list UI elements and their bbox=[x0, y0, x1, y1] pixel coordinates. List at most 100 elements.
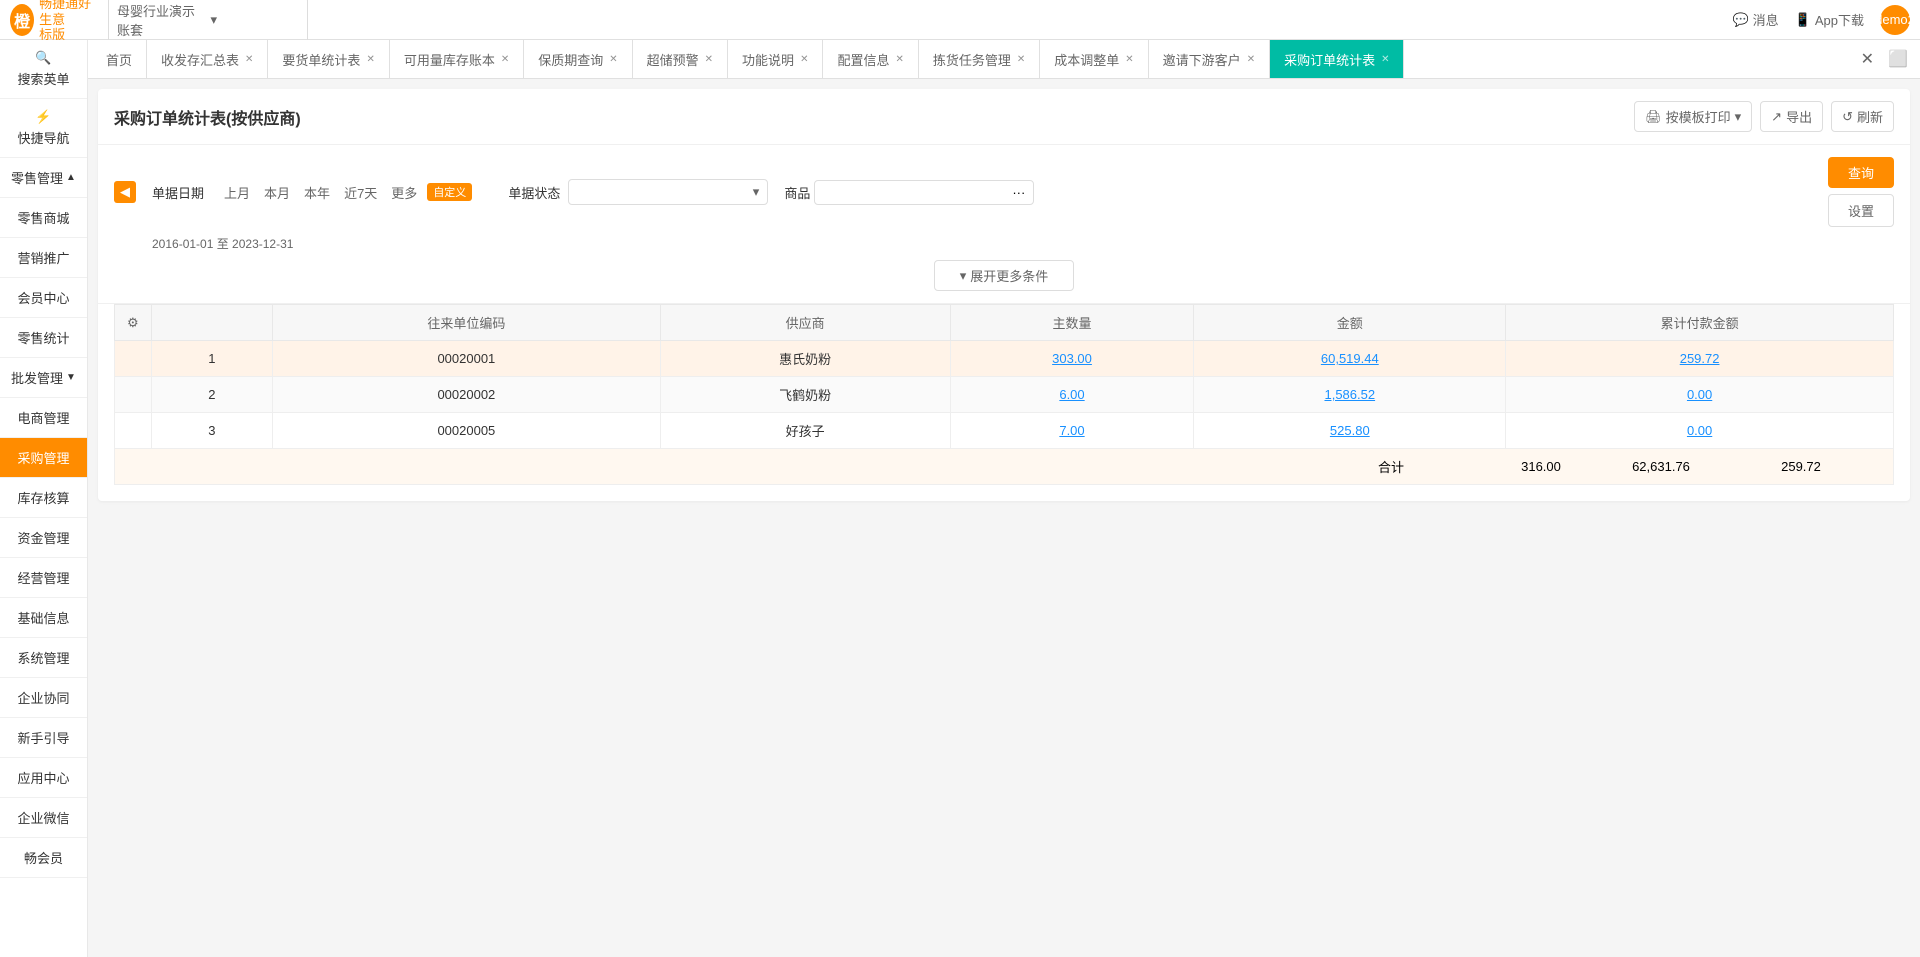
close-tab-btn[interactable]: ✕ bbox=[1857, 47, 1878, 71]
tab-function-desc[interactable]: 功能说明 ✕ bbox=[728, 40, 823, 78]
sidebar-item-wholesale[interactable]: 批发管理 ▼ bbox=[0, 358, 87, 398]
sidebar-item-search[interactable]: 🔍 搜索英单 bbox=[0, 40, 87, 99]
main-qty-cell[interactable]: 303.00 bbox=[950, 341, 1194, 377]
col-main-qty: 主数量 bbox=[950, 305, 1194, 341]
more-filters-btn[interactable]: ▾ 展开更多条件 bbox=[934, 260, 1074, 291]
close-icon[interactable]: ✕ bbox=[705, 54, 713, 65]
tab-home[interactable]: 首页 bbox=[92, 40, 147, 78]
supplier-cell: 惠氏奶粉 bbox=[660, 341, 950, 377]
chevron-down-icon: ▾ bbox=[960, 268, 967, 284]
close-icon[interactable]: ✕ bbox=[895, 54, 903, 65]
logo-icon: 橙 bbox=[10, 4, 34, 36]
sidebar-item-purchase[interactable]: 采购管理 bbox=[0, 438, 87, 478]
goods-value bbox=[823, 185, 827, 200]
row-num-cell: 2 bbox=[151, 377, 272, 413]
amount-cell[interactable]: 525.80 bbox=[1194, 413, 1506, 449]
filter-row-date-range: 2016-01-01 至 2023-12-31 bbox=[114, 235, 1894, 252]
print-button[interactable]: 🖨 按模板打印 ▾ bbox=[1634, 101, 1752, 132]
paid-cell[interactable]: 259.72 bbox=[1506, 341, 1894, 377]
tab-requisition-stats[interactable]: 要货单统计表 ✕ bbox=[268, 40, 389, 78]
more-dates-btn[interactable]: 更多 bbox=[387, 181, 421, 204]
top-right-area: 💬 消息 📱 App下载 demo2 bbox=[1732, 5, 1910, 35]
sidebar: 🔍 搜索英单 ⚡ 快捷导航 零售管理 ▲ 零售商城 营销推广 会员中心 零售统计… bbox=[0, 40, 88, 957]
paid-cell[interactable]: 0.00 bbox=[1506, 413, 1894, 449]
close-icon[interactable]: ✕ bbox=[501, 54, 509, 65]
sidebar-item-newbie[interactable]: 新手引导 bbox=[0, 718, 87, 758]
tab-cost-adjust[interactable]: 成本调整单 ✕ bbox=[1040, 40, 1148, 78]
sidebar-item-system[interactable]: 系统管理 bbox=[0, 638, 87, 678]
status-select[interactable]: ▾ bbox=[568, 179, 768, 205]
col-unit-code: 往来单位编码 bbox=[272, 305, 660, 341]
page-title: 采购订单统计表(按供应商) bbox=[114, 105, 301, 129]
main-layout: 🔍 搜索英单 ⚡ 快捷导航 零售管理 ▲ 零售商城 营销推广 会员中心 零售统计… bbox=[0, 40, 1920, 957]
sidebar-item-member[interactable]: 会员中心 bbox=[0, 278, 87, 318]
close-icon[interactable]: ✕ bbox=[800, 54, 808, 65]
tab-overstock-warning[interactable]: 超储预警 ✕ bbox=[633, 40, 728, 78]
close-icon[interactable]: ✕ bbox=[1125, 54, 1133, 65]
custom-date-badge[interactable]: 自定义 bbox=[427, 183, 472, 201]
goods-input[interactable]: ··· bbox=[814, 180, 1034, 205]
messages-btn[interactable]: 💬 消息 bbox=[1732, 10, 1778, 29]
close-icon[interactable]: ✕ bbox=[1247, 54, 1255, 65]
tab-invite-downstream[interactable]: 邀请下游客户 ✕ bbox=[1149, 40, 1270, 78]
tab-right-buttons: ✕ ⬜ bbox=[1849, 47, 1920, 71]
tab-shelf-life[interactable]: 保质期查询 ✕ bbox=[524, 40, 632, 78]
filter-toggle-btn[interactable]: ◀ bbox=[114, 181, 136, 203]
amount-cell[interactable]: 1,586.52 bbox=[1194, 377, 1506, 413]
chevron-down-icon: ▾ bbox=[211, 12, 300, 28]
export-button[interactable]: ↗ 导出 bbox=[1760, 101, 1823, 132]
appdownload-btn[interactable]: 📱 App下载 bbox=[1795, 10, 1864, 29]
sidebar-item-finance[interactable]: 资金管理 bbox=[0, 518, 87, 558]
sidebar-item-marketing[interactable]: 营销推广 bbox=[0, 238, 87, 278]
ellipsis-icon: ··· bbox=[1012, 185, 1025, 200]
main-qty-cell[interactable]: 7.00 bbox=[950, 413, 1194, 449]
sidebar-item-retail-stats[interactable]: 零售统计 bbox=[0, 318, 87, 358]
tab-available-inventory[interactable]: 可用量库存账本 ✕ bbox=[390, 40, 524, 78]
tab-config-info[interactable]: 配置信息 ✕ bbox=[823, 40, 918, 78]
refresh-button[interactable]: ↺ 刷新 bbox=[1831, 101, 1894, 132]
avatar[interactable]: demo2 bbox=[1880, 5, 1910, 35]
close-icon[interactable]: ✕ bbox=[609, 54, 617, 65]
this-year-btn[interactable]: 本年 bbox=[300, 181, 334, 204]
sidebar-item-retail[interactable]: 零售管理 ▲ bbox=[0, 158, 87, 198]
page-content: 采购订单统计表(按供应商) 🖨 按模板打印 ▾ ↗ 导出 ↺ bbox=[88, 79, 1920, 957]
tab-purchase-order-stats[interactable]: 采购订单统计表 ✕ bbox=[1270, 40, 1404, 78]
data-table: ⚙ 往来单位编码 供应商 主数量 金额 累计付款金额 bbox=[114, 304, 1894, 449]
main-qty-cell[interactable]: 6.00 bbox=[950, 377, 1194, 413]
close-icon[interactable]: ✕ bbox=[366, 54, 374, 65]
settings-button[interactable]: 设置 bbox=[1828, 194, 1894, 227]
sidebar-item-basic[interactable]: 基础信息 bbox=[0, 598, 87, 638]
tab-receive-send[interactable]: 收发存汇总表 ✕ bbox=[147, 40, 268, 78]
col-settings[interactable]: ⚙ bbox=[115, 305, 152, 341]
table-row[interactable]: 2 00020002 飞鹤奶粉 6.00 1,586.52 0.00 bbox=[115, 377, 1894, 413]
paid-cell[interactable]: 0.00 bbox=[1506, 377, 1894, 413]
col-settings-cell bbox=[115, 377, 152, 413]
page-header: 采购订单统计表(按供应商) 🖨 按模板打印 ▾ ↗ 导出 ↺ bbox=[98, 89, 1910, 145]
this-month-btn[interactable]: 本月 bbox=[260, 181, 294, 204]
status-label: 单据状态 bbox=[508, 183, 560, 202]
table-row[interactable]: 1 00020001 惠氏奶粉 303.00 60,519.44 259.72 bbox=[115, 341, 1894, 377]
sidebar-item-retail-shop[interactable]: 零售商城 bbox=[0, 198, 87, 238]
sidebar-item-ecommerce[interactable]: 电商管理 bbox=[0, 398, 87, 438]
amount-cell[interactable]: 60,519.44 bbox=[1194, 341, 1506, 377]
last-7days-btn[interactable]: 近7天 bbox=[340, 181, 381, 204]
sidebar-item-appcenter[interactable]: 应用中心 bbox=[0, 758, 87, 798]
sidebar-item-operations[interactable]: 经营管理 bbox=[0, 558, 87, 598]
table-row[interactable]: 3 00020005 好孩子 7.00 525.80 0.00 bbox=[115, 413, 1894, 449]
query-button[interactable]: 查询 bbox=[1828, 157, 1894, 188]
sidebar-item-vip[interactable]: 畅会员 bbox=[0, 838, 87, 878]
sidebar-item-quicknav[interactable]: ⚡ 快捷导航 bbox=[0, 99, 87, 158]
sidebar-item-inventory[interactable]: 库存核算 bbox=[0, 478, 87, 518]
close-icon[interactable]: ✕ bbox=[245, 54, 253, 65]
maximize-btn[interactable]: ⬜ bbox=[1884, 47, 1912, 71]
sidebar-item-wechat[interactable]: 企业微信 bbox=[0, 798, 87, 838]
table-footer: 合计 316.00 62,631.76 259.72 bbox=[114, 449, 1894, 485]
content-area: 首页 收发存汇总表 ✕ 要货单统计表 ✕ 可用量库存账本 ✕ 保质期查询 ✕ 超… bbox=[88, 40, 1920, 957]
last-month-btn[interactable]: 上月 bbox=[220, 181, 254, 204]
close-icon[interactable]: ✕ bbox=[1017, 54, 1025, 65]
tab-pickup-task[interactable]: 拣货任务管理 ✕ bbox=[919, 40, 1040, 78]
workspace-selector[interactable]: 母婴行业演示账套 ▾ bbox=[108, 0, 308, 43]
close-icon[interactable]: ✕ bbox=[1381, 54, 1389, 65]
sidebar-item-enterprise[interactable]: 企业协同 bbox=[0, 678, 87, 718]
date-range-display: 2016-01-01 至 2023-12-31 bbox=[152, 235, 293, 252]
